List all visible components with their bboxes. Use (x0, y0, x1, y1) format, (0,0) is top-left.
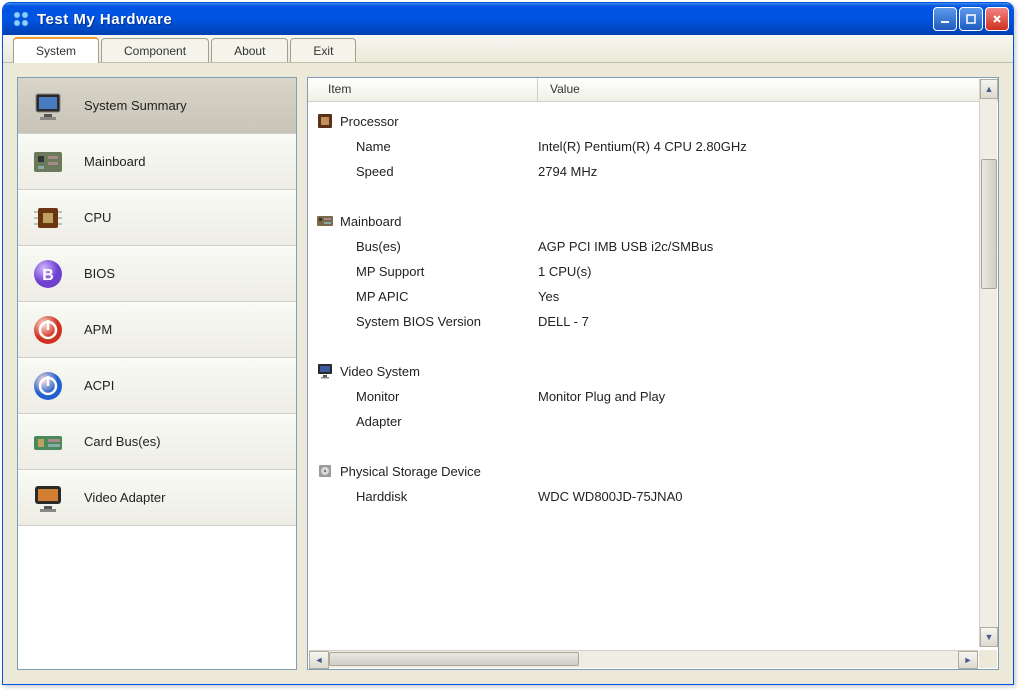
detail-value: Monitor Plug and Play (538, 389, 978, 404)
sidebar-item-label: Card Bus(es) (84, 434, 161, 449)
detail-value: 2794 MHz (538, 164, 978, 179)
detail-label: MP APIC (308, 289, 538, 304)
monitor-icon (30, 88, 66, 124)
sidebar-video-adapter[interactable]: Video Adapter (18, 470, 296, 526)
detail-value (538, 414, 978, 429)
details-body[interactable]: Processor NameIntel(R) Pentium(R) 4 CPU 2… (308, 102, 998, 669)
horizontal-scrollbar[interactable]: ◄ ► (309, 650, 978, 668)
hdd-icon (316, 462, 334, 480)
detail-value: 1 CPU(s) (538, 264, 978, 279)
sidebar-item-label: ACPI (84, 378, 114, 393)
app-window: Test My Hardware System Component About Exi… (2, 2, 1014, 685)
sidebar-cpu[interactable]: CPU (18, 190, 296, 246)
scroll-right-button[interactable]: ► (958, 651, 978, 669)
scroll-left-button[interactable]: ◄ (309, 651, 329, 669)
detail-label: Bus(es) (308, 239, 538, 254)
card-icon (30, 424, 66, 460)
tab-label: System (36, 44, 76, 58)
maximize-button[interactable] (959, 7, 983, 31)
sidebar-cardbus[interactable]: Card Bus(es) (18, 414, 296, 470)
sidebar-item-label: APM (84, 322, 112, 337)
tab-label: Component (124, 44, 186, 58)
detail-label: Harddisk (308, 489, 538, 504)
details-header: Item Value (308, 78, 998, 102)
motherboard-icon (316, 212, 334, 230)
titlebar-text: Test My Hardware (37, 11, 933, 28)
tab-label: Exit (313, 44, 333, 58)
section-header[interactable]: Processor (308, 106, 978, 134)
tab-system[interactable]: System (13, 37, 99, 63)
detail-label: System BIOS Version (308, 314, 538, 329)
monitor-sm-icon (316, 362, 334, 380)
detail-label: MP Support (308, 264, 538, 279)
section-header[interactable]: Physical Storage Device (308, 456, 978, 484)
detail-value: DELL - 7 (538, 314, 978, 329)
vertical-scrollbar[interactable]: ▲ ▼ (979, 79, 997, 647)
section-title: Processor (340, 114, 399, 129)
detail-value: Yes (538, 289, 978, 304)
minimize-button[interactable] (933, 7, 957, 31)
app-icon (11, 9, 31, 29)
power-icon (30, 312, 66, 348)
section-title: Video System (340, 364, 420, 379)
detail-row[interactable]: HarddiskWDC WD800JD-75JNA0 (308, 484, 978, 509)
detail-label: Adapter (308, 414, 538, 429)
column-header-item[interactable]: Item (308, 78, 538, 101)
sidebar-item-label: BIOS (84, 266, 115, 281)
column-header-value[interactable]: Value (538, 78, 998, 101)
sidebar-bios[interactable]: B BIOS (18, 246, 296, 302)
detail-value: WDC WD800JD-75JNA0 (538, 489, 978, 504)
tabbar: System Component About Exit (3, 35, 1013, 63)
scrollbar-corner (979, 650, 997, 668)
scroll-down-button[interactable]: ▼ (980, 627, 998, 647)
display-icon (30, 480, 66, 516)
sidebar-system-summary[interactable]: System Summary (18, 78, 296, 134)
tab-exit[interactable]: Exit (290, 38, 356, 62)
detail-value: AGP PCI IMB USB i2c/SMBus (538, 239, 978, 254)
titlebar[interactable]: Test My Hardware (3, 3, 1013, 35)
svg-text:B: B (42, 267, 54, 284)
power-icon (30, 368, 66, 404)
section-title: Physical Storage Device (340, 464, 481, 479)
tab-label: About (234, 44, 265, 58)
section-header[interactable]: Mainboard (308, 206, 978, 234)
tab-component[interactable]: Component (101, 38, 209, 62)
board-icon (30, 144, 66, 180)
scroll-up-button[interactable]: ▲ (980, 79, 998, 99)
content-area: System Summary Mainboard CPU B BIOS APM ACPI Ca… (3, 63, 1013, 684)
detail-label: Name (308, 139, 538, 154)
detail-value: Intel(R) Pentium(R) 4 CPU 2.80GHz (538, 139, 978, 154)
detail-row[interactable]: Bus(es)AGP PCI IMB USB i2c/SMBus (308, 234, 978, 259)
detail-row[interactable]: System BIOS VersionDELL - 7 (308, 309, 978, 334)
sidebar-item-label: Video Adapter (84, 490, 165, 505)
scroll-thumb-vertical[interactable] (981, 159, 997, 289)
detail-row[interactable]: MP Support1 CPU(s) (308, 259, 978, 284)
sidebar-item-label: System Summary (84, 98, 187, 113)
details-panel: Item Value Processor NameIntel(R) Pentium… (307, 77, 999, 670)
detail-label: Monitor (308, 389, 538, 404)
detail-row[interactable]: Adapter (308, 409, 978, 434)
section-header[interactable]: Video System (308, 356, 978, 384)
cpu-icon (30, 200, 66, 236)
tab-about[interactable]: About (211, 38, 288, 62)
sidebar-mainboard[interactable]: Mainboard (18, 134, 296, 190)
sidebar-item-label: Mainboard (84, 154, 145, 169)
detail-row[interactable]: MonitorMonitor Plug and Play (308, 384, 978, 409)
sphere-icon: B (30, 256, 66, 292)
sidebar-item-label: CPU (84, 210, 111, 225)
sidebar[interactable]: System Summary Mainboard CPU B BIOS APM ACPI Ca… (17, 77, 297, 670)
detail-row[interactable]: Speed2794 MHz (308, 159, 978, 184)
close-button[interactable] (985, 7, 1009, 31)
scroll-thumb-horizontal[interactable] (329, 652, 579, 666)
detail-row[interactable]: NameIntel(R) Pentium(R) 4 CPU 2.80GHz (308, 134, 978, 159)
sidebar-apm[interactable]: APM (18, 302, 296, 358)
cpu-chip-icon (316, 112, 334, 130)
sidebar-acpi[interactable]: ACPI (18, 358, 296, 414)
detail-row[interactable]: MP APICYes (308, 284, 978, 309)
section-title: Mainboard (340, 214, 401, 229)
detail-label: Speed (308, 164, 538, 179)
